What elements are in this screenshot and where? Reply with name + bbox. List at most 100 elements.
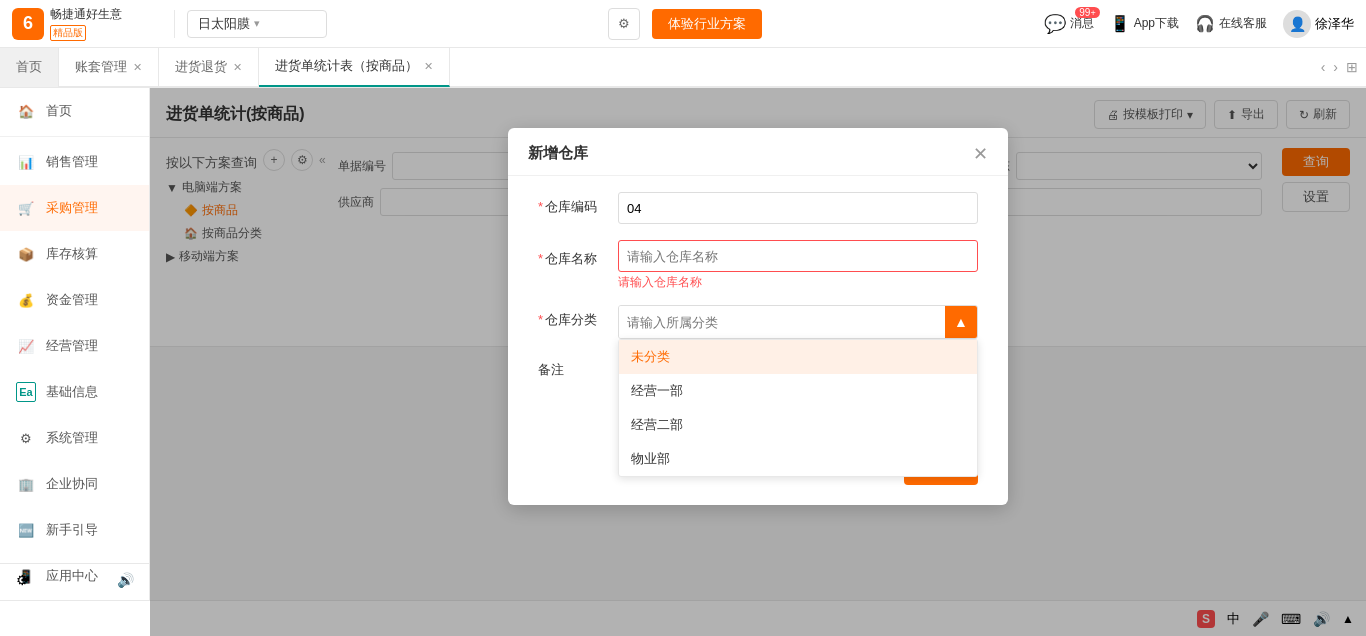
home-icon: 🏠: [16, 101, 36, 121]
tab-purchase-return-label: 进货退货: [175, 58, 227, 76]
form-row-code: 仓库编码: [538, 192, 978, 224]
sidebar-label-basic: 基础信息: [46, 383, 98, 401]
sidebar-label-finance: 资金管理: [46, 291, 98, 309]
sidebar-item-basic[interactable]: Ea 基础信息: [0, 369, 149, 415]
basic-icon: Ea: [16, 382, 36, 402]
header-center: ⚙ 体验行业方案: [327, 8, 1044, 40]
category-option-property[interactable]: 物业部: [619, 442, 977, 476]
gear-button[interactable]: ⚙: [608, 8, 640, 40]
sidebar-item-enterprise[interactable]: 🏢 企业协同: [0, 461, 149, 507]
tab-left-icon[interactable]: ‹: [1321, 59, 1326, 75]
sidebar-item-system[interactable]: ⚙ 系统管理: [0, 415, 149, 461]
logo-area: 6 畅捷通好生意 精品版: [12, 6, 162, 41]
store-selector[interactable]: 日太阳膜 ▾: [187, 10, 327, 38]
sidebar-label-purchase: 采购管理: [46, 199, 98, 217]
avatar-area[interactable]: 👤 徐泽华: [1283, 10, 1354, 38]
tab-purchase-return-close[interactable]: ✕: [233, 61, 242, 74]
store-name: 日太阳膜: [198, 15, 250, 33]
name-label: 仓库名称: [538, 244, 618, 268]
app-label: App下载: [1134, 15, 1179, 32]
note-label: 备注: [538, 355, 618, 379]
sales-icon: 📊: [16, 152, 36, 172]
sidebar-label-enterprise: 企业协同: [46, 475, 98, 493]
online-service-item[interactable]: 🎧 在线客服: [1195, 14, 1267, 33]
sidebar-item-inventory[interactable]: 📦 库存核算: [0, 231, 149, 277]
inventory-icon: 📦: [16, 244, 36, 264]
message-badge: 99+: [1075, 7, 1099, 18]
logo-text: 畅捷通好生意 精品版: [50, 6, 122, 41]
sidebar-item-purchase[interactable]: 🛒 采购管理: [0, 185, 149, 231]
app-download-item[interactable]: 📱 App下载: [1110, 14, 1179, 33]
sidebar-divider-1: [0, 136, 149, 137]
sidebar-label-inventory: 库存核算: [46, 245, 98, 263]
settings-bottom-icon[interactable]: ⚙: [16, 572, 29, 588]
sidebar-item-operation[interactable]: 📈 经营管理: [0, 323, 149, 369]
code-input[interactable]: [618, 192, 978, 224]
user-avatar: 👤: [1283, 10, 1311, 38]
operation-icon: 📈: [16, 336, 36, 356]
tab-bar: 首页 账套管理 ✕ 进货退货 ✕ 进货单统计表（按商品） ✕ ‹ › ⊞: [0, 48, 1366, 88]
tab-account-close[interactable]: ✕: [133, 61, 142, 74]
category-dropdown-button[interactable]: ▲: [945, 306, 977, 338]
main-layout: 🏠 首页 📊 销售管理 🛒 采购管理 📦 库存核算 💰 资金管理 📈 经营管理 …: [0, 88, 1366, 636]
dialog-body: 仓库编码 仓库名称 请输入仓库名称 仓库分类: [508, 176, 1008, 447]
purchase-icon: 🛒: [16, 198, 36, 218]
mobile-icon: 📱: [1110, 14, 1130, 33]
tab-purchase-stat-close[interactable]: ✕: [424, 60, 433, 73]
sidebar: 🏠 首页 📊 销售管理 🛒 采购管理 📦 库存核算 💰 资金管理 📈 经营管理 …: [0, 88, 150, 636]
category-label: 仓库分类: [538, 305, 618, 329]
sidebar-item-home[interactable]: 🏠 首页: [0, 88, 149, 134]
guide-icon: 🆕: [16, 520, 36, 540]
top-header: 6 畅捷通好生意 精品版 日太阳膜 ▾ ⚙ 体验行业方案 💬 99+ 消息 📱 …: [0, 0, 1366, 48]
category-option-dept1[interactable]: 经营一部: [619, 374, 977, 408]
tab-expand-icon[interactable]: ⊞: [1346, 59, 1358, 75]
volume-icon[interactable]: 🔊: [117, 572, 134, 588]
header-right: 💬 99+ 消息 📱 App下载 🎧 在线客服 👤 徐泽华: [1044, 10, 1354, 38]
message-item[interactable]: 💬 99+ 消息: [1044, 13, 1094, 35]
category-option-dept2[interactable]: 经营二部: [619, 408, 977, 442]
tab-home[interactable]: 首页: [0, 47, 59, 87]
try-industry-button[interactable]: 体验行业方案: [652, 9, 762, 39]
tab-right-icon[interactable]: ›: [1333, 59, 1338, 75]
sidebar-item-guide[interactable]: 🆕 新手引导: [0, 507, 149, 553]
tab-purchase-stat[interactable]: 进货单统计表（按商品） ✕: [259, 47, 450, 87]
form-row-category: 仓库分类 ▲ 未分类 经营一部 经营二部 物业部: [538, 305, 978, 339]
message-label: 消息: [1070, 15, 1094, 32]
dialog-new-warehouse: 新增仓库 ✕ 仓库编码 仓库名称 请输入仓库名: [508, 128, 1008, 505]
headset-icon: 🎧: [1195, 14, 1215, 33]
finance-icon: 💰: [16, 290, 36, 310]
tab-purchase-stat-label: 进货单统计表（按商品）: [275, 57, 418, 75]
dialog-title: 新增仓库: [528, 144, 588, 163]
username-label: 徐泽华: [1315, 15, 1354, 33]
tab-right-icons: ‹ › ⊞: [1321, 59, 1366, 75]
name-error-msg: 请输入仓库名称: [618, 274, 702, 291]
sidebar-item-finance[interactable]: 💰 资金管理: [0, 277, 149, 323]
tab-purchase-return[interactable]: 进货退货 ✕: [159, 47, 259, 87]
category-option-unclassified[interactable]: 未分类: [619, 340, 977, 374]
tab-account[interactable]: 账套管理 ✕: [59, 47, 159, 87]
message-icon: 💬: [1044, 13, 1066, 35]
system-icon: ⚙: [16, 428, 36, 448]
app-logo: 6: [12, 8, 44, 40]
divider: [174, 10, 175, 38]
content-area: 进货单统计(按商品) 🖨 按模板打印 ▾ ⬆ 导出 ↻ 刷新: [150, 88, 1366, 636]
category-wrapper: ▲ 未分类 经营一部 经营二部 物业部: [618, 305, 978, 339]
sidebar-label-system: 系统管理: [46, 429, 98, 447]
modal-overlay: 新增仓库 ✕ 仓库编码 仓库名称 请输入仓库名: [150, 88, 1366, 636]
dialog-close-button[interactable]: ✕: [973, 145, 988, 163]
tab-home-label: 首页: [16, 58, 42, 76]
dialog-header: 新增仓库 ✕: [508, 128, 1008, 176]
sidebar-item-sales[interactable]: 📊 销售管理: [0, 139, 149, 185]
sidebar-label-operation: 经营管理: [46, 337, 98, 355]
name-input[interactable]: [618, 240, 978, 272]
category-input[interactable]: [619, 306, 945, 338]
tab-account-label: 账套管理: [75, 58, 127, 76]
form-row-name: 仓库名称 请输入仓库名称: [538, 240, 978, 289]
service-label: 在线客服: [1219, 15, 1267, 32]
sidebar-label-home: 首页: [46, 102, 72, 120]
sidebar-label-guide: 新手引导: [46, 521, 98, 539]
gear-icon: ⚙: [618, 16, 630, 31]
sidebar-label-sales: 销售管理: [46, 153, 98, 171]
store-arrow: ▾: [254, 17, 260, 30]
code-label: 仓库编码: [538, 192, 618, 216]
